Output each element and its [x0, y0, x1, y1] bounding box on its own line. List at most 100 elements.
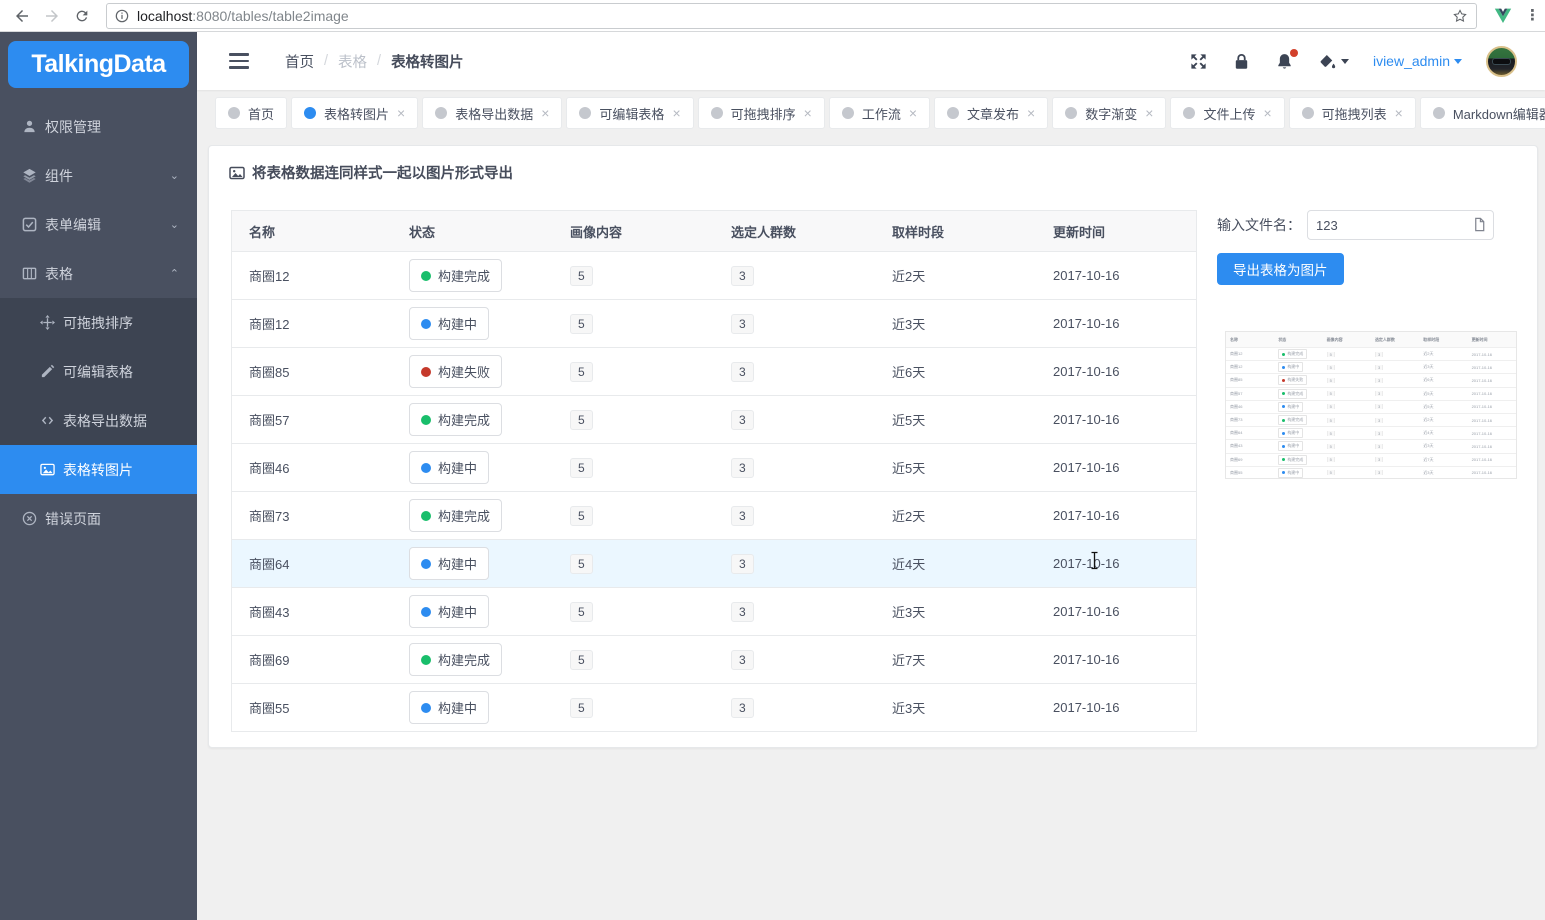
- sidebar-item-label: 组件: [45, 167, 73, 184]
- refresh-icon[interactable]: [70, 4, 94, 28]
- cell-period: 近6天: [892, 365, 926, 380]
- image-icon: [229, 165, 245, 181]
- status-badge: 构建中: [409, 451, 490, 484]
- bookmark-star-icon[interactable]: [1452, 8, 1468, 24]
- sidebar-item-permissions[interactable]: 权限管理: [0, 102, 197, 151]
- status-dot-icon: [421, 270, 431, 281]
- tab-label: 工作流: [861, 106, 901, 122]
- portrait-count-tag: 5: [570, 313, 593, 334]
- tab-close-icon[interactable]: ×: [1027, 106, 1035, 120]
- status-badge: 构建完成: [409, 403, 503, 436]
- portrait-count-tag: 5: [570, 361, 593, 382]
- cell-name: 商圈43: [249, 605, 290, 620]
- status-dot-icon: [421, 414, 431, 425]
- card-title-row: 将表格数据连同样式一起以图片形式导出: [209, 146, 1537, 183]
- cell-updated: 2017-10-16: [1053, 460, 1120, 475]
- cell-name: 商圈73: [249, 509, 290, 524]
- tab-close-icon[interactable]: ×: [1263, 106, 1271, 120]
- tab-close-icon[interactable]: ×: [1395, 106, 1403, 120]
- sidebar: TalkingData 权限管理组件 ⌄ 表单编辑 ⌄ 表格 ⌃ 可拖拽排序 可编辑表格 表格导…: [0, 32, 197, 920]
- sidebar-item-label: 错误页面: [45, 510, 101, 527]
- page-info-icon[interactable]: [115, 9, 129, 23]
- sidebar-item-editable-table[interactable]: 可编辑表格: [0, 347, 197, 396]
- cell-portrait: 5: [554, 457, 715, 478]
- theme-switch-icon[interactable]: [1318, 52, 1349, 71]
- exported-image-preview: 名称 状态 画像内容 选定人群数 取样时段 更新时间 商圈12 构建完成 5 3 近2天 2017-1…: [1217, 322, 1525, 488]
- cell-people: 3: [715, 649, 876, 670]
- cell-period: 近5天: [892, 461, 926, 476]
- export-table-button[interactable]: 导出表格为图片: [1217, 253, 1344, 285]
- url-text: localhost:8080/tables/table2image: [137, 7, 349, 24]
- chevron-down-icon: ⌄: [169, 170, 179, 182]
- sidebar-item-components[interactable]: 组件 ⌄: [0, 151, 197, 200]
- tab-close-icon[interactable]: ×: [397, 106, 405, 120]
- tab-close-icon[interactable]: ×: [1145, 106, 1153, 120]
- document-icon: [1472, 217, 1487, 232]
- avatar[interactable]: [1486, 45, 1517, 77]
- sidebar-item-tables[interactable]: 表格 ⌃: [0, 249, 197, 298]
- preview-header-row: 名称 状态 画像内容 选定人群数 取样时段 更新时间: [1226, 332, 1516, 347]
- tab-page-4[interactable]: 可拖拽排序 ×: [697, 97, 825, 129]
- tab-page-7[interactable]: 数字渐变 ×: [1052, 97, 1167, 129]
- tab-page-5[interactable]: 工作流 ×: [828, 97, 931, 129]
- cell-name: 商圈12: [249, 317, 290, 332]
- tab-dot-icon: [710, 107, 723, 119]
- sidebar-item-form-edit[interactable]: 表单编辑 ⌄: [0, 200, 197, 249]
- status-label: 构建中: [438, 317, 478, 332]
- status-label: 构建完成: [438, 653, 491, 668]
- tab-close-icon[interactable]: ×: [672, 106, 680, 120]
- notifications-bell-icon[interactable]: [1275, 48, 1298, 71]
- table-row: 商圈73 构建完成 5 3 近2天 2017-10-16: [232, 491, 1196, 539]
- filename-input[interactable]: [1307, 210, 1494, 240]
- cell-period: 近3天: [892, 317, 926, 332]
- vue-devtools-icon[interactable]: [1493, 7, 1513, 25]
- talkingdata-logo[interactable]: TalkingData: [8, 41, 189, 88]
- url-bar[interactable]: localhost:8080/tables/table2image: [106, 2, 1477, 29]
- cell-name: 商圈85: [249, 365, 290, 380]
- breadcrumb-current: 表格转图片: [391, 54, 464, 71]
- tab-page-8[interactable]: 文件上传 ×: [1170, 97, 1285, 129]
- tab-page-3[interactable]: 可编辑表格 ×: [566, 97, 694, 129]
- image-icon: [40, 462, 56, 477]
- sidebar-collapse-icon[interactable]: [229, 53, 249, 69]
- tab-page-2[interactable]: 表格导出数据 ×: [422, 97, 563, 129]
- sidebar-item-error-pages[interactable]: 错误页面: [0, 494, 197, 543]
- lock-icon[interactable]: [1232, 52, 1251, 71]
- cell-period: 近3天: [892, 701, 926, 716]
- cell-people: 3: [715, 361, 876, 382]
- tab-dot-icon: [1065, 107, 1078, 119]
- breadcrumb-home[interactable]: 首页: [285, 51, 314, 72]
- tab-page-9[interactable]: 可拖拽列表 ×: [1288, 97, 1416, 129]
- sidebar-item-table-to-image[interactable]: 表格转图片: [0, 445, 197, 494]
- breadcrumb-tables[interactable]: 表格: [338, 51, 367, 72]
- tab-page-1[interactable]: 表格转图片 ×: [291, 97, 419, 129]
- tab-close-icon[interactable]: ×: [541, 106, 549, 120]
- page-title: 将表格数据连同样式一起以图片形式导出: [252, 166, 513, 182]
- pencil-icon: [40, 364, 56, 379]
- sidebar-item-drag-sort[interactable]: 可拖拽排序: [0, 298, 197, 347]
- cell-period: 近2天: [892, 269, 926, 284]
- tab-close-icon[interactable]: ×: [804, 106, 812, 120]
- status-label: 构建中: [438, 461, 478, 476]
- tab-page-10[interactable]: Markdown编辑器×: [1419, 97, 1545, 129]
- app-header: 首页 / 表格 / 表格转图片 iview_admin: [197, 32, 1545, 90]
- status-badge: 构建完成: [409, 259, 503, 292]
- tab-close-icon[interactable]: ×: [909, 106, 917, 120]
- tab-page-6[interactable]: 文章发布 ×: [934, 97, 1049, 129]
- preview-row: 商圈64 构建中 5 3 近4天 2017-10-16: [1226, 426, 1516, 440]
- people-count-tag: 3: [731, 457, 754, 478]
- forward-icon[interactable]: [40, 4, 64, 28]
- tab-home[interactable]: 首页: [215, 97, 288, 129]
- browser-menu-icon[interactable]: ⋮: [1525, 8, 1540, 23]
- fullscreen-icon[interactable]: [1189, 52, 1208, 71]
- cell-portrait: 5: [554, 409, 715, 430]
- sidebar-item-export-data[interactable]: 表格导出数据: [0, 396, 197, 445]
- sidebar-menu: 权限管理组件 ⌄ 表单编辑 ⌄ 表格 ⌃ 可拖拽排序 可编辑表格 表格导出数据 表格转图片错误页面: [0, 102, 197, 543]
- back-icon[interactable]: [10, 4, 34, 28]
- portrait-count-tag: 5: [570, 409, 593, 430]
- tab-label: 文章发布: [967, 106, 1020, 122]
- status-dot-icon: [421, 462, 431, 473]
- portrait-count-tag: 5: [570, 553, 593, 574]
- tab-label: 表格导出数据: [455, 106, 534, 122]
- user-menu[interactable]: iview_admin: [1373, 53, 1462, 69]
